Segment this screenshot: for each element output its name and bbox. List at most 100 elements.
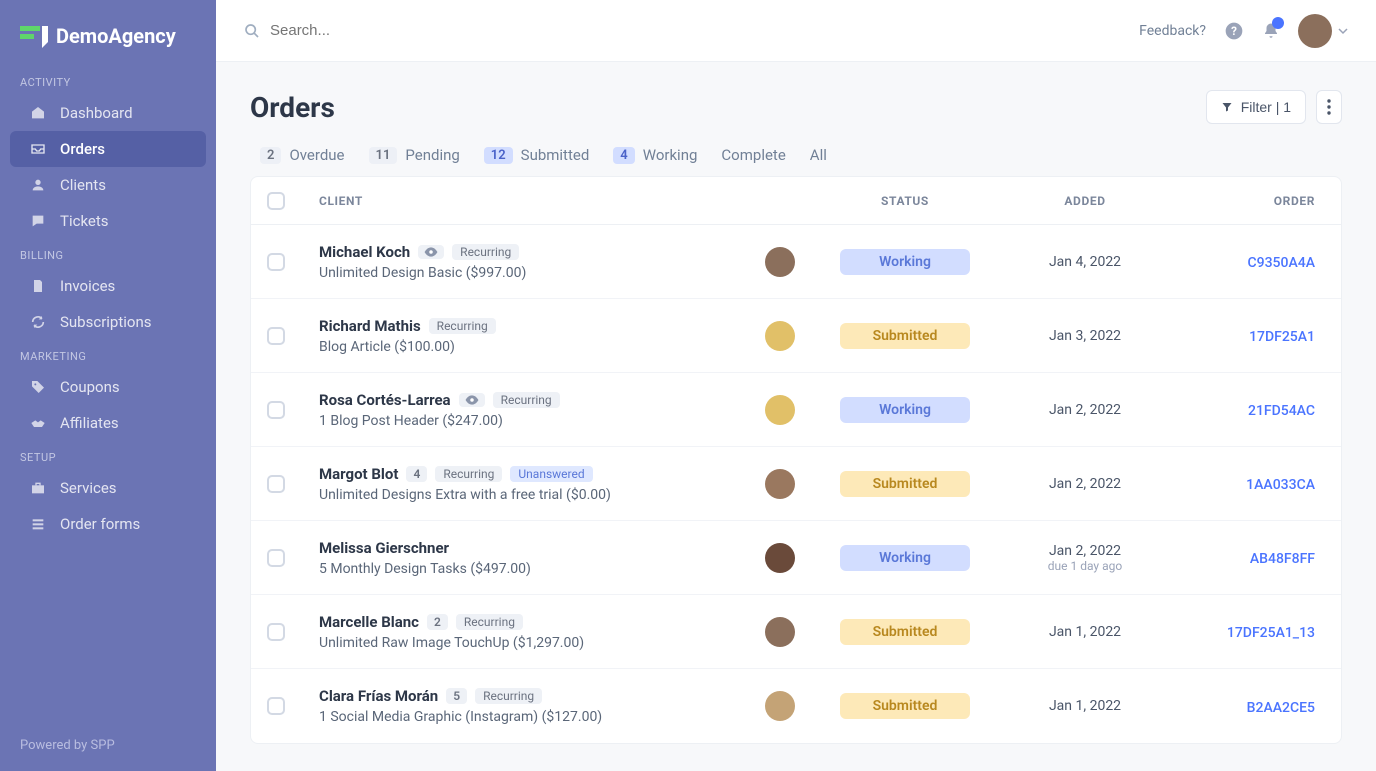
tab-count: 12 (484, 147, 513, 164)
sidebar-item-order-forms[interactable]: Order forms (10, 506, 206, 542)
client-avatar (765, 617, 795, 647)
eye-icon (418, 245, 444, 259)
order-link[interactable]: 1AA033CA (1246, 477, 1315, 493)
sidebar-item-orders[interactable]: Orders (10, 131, 206, 167)
added-date: Jan 2, 2022 (995, 476, 1175, 492)
tab-overdue[interactable]: 2Overdue (260, 142, 345, 168)
tag-badge: Recurring (435, 466, 502, 482)
row-checkbox[interactable] (267, 401, 285, 419)
sidebar-item-clients[interactable]: Clients (10, 167, 206, 203)
brand-logo[interactable]: DemoAgency (0, 0, 216, 66)
sidebar: DemoAgency ACTIVITYDashboardOrdersClient… (0, 0, 216, 771)
order-link[interactable]: B2AA2CE5 (1247, 700, 1315, 716)
tag-badge: Recurring (475, 688, 542, 704)
chevron-down-icon (1338, 26, 1348, 36)
table-row[interactable]: Melissa Gierschner 5 Monthly Design Task… (251, 521, 1341, 595)
tab-pending[interactable]: 11Pending (369, 142, 460, 168)
search-icon (244, 23, 260, 39)
help-icon[interactable]: ? (1224, 21, 1244, 41)
logo-mark-icon (20, 24, 48, 48)
chat-icon (30, 213, 48, 229)
filter-icon (1221, 101, 1233, 113)
tag-icon (30, 379, 48, 395)
sidebar-section-label: ACTIVITY (0, 66, 216, 95)
briefcase-icon (30, 480, 48, 496)
tab-complete[interactable]: Complete (721, 142, 785, 168)
sidebar-section-label: SETUP (0, 441, 216, 470)
notification-dot (1272, 17, 1284, 29)
client-name: Marcelle Blanc (319, 613, 419, 631)
eye-icon (459, 393, 485, 407)
orders-table: CLIENT STATUS ADDED ORDER Michael Koch R… (250, 176, 1342, 744)
order-link[interactable]: C9350A4A (1248, 255, 1316, 271)
table-row[interactable]: Richard Mathis Recurring Blog Article ($… (251, 299, 1341, 373)
sidebar-item-affiliates[interactable]: Affiliates (10, 405, 206, 441)
col-status: STATUS (815, 194, 995, 208)
row-checkbox[interactable] (267, 475, 285, 493)
tag-badge: Unanswered (510, 466, 592, 482)
select-all-checkbox[interactable] (267, 192, 285, 210)
refresh-icon (30, 314, 48, 330)
user-menu[interactable] (1298, 14, 1348, 48)
client-avatar (765, 247, 795, 277)
tab-count: 11 (369, 147, 398, 164)
tag-badge: Recurring (452, 244, 519, 260)
row-checkbox[interactable] (267, 549, 285, 567)
service-description: 5 Monthly Design Tasks ($497.00) (319, 561, 745, 577)
order-link[interactable]: 17DF25A1 (1249, 329, 1315, 345)
sidebar-item-services[interactable]: Services (10, 470, 206, 506)
status-badge: Working (840, 545, 970, 571)
svg-text:?: ? (1231, 24, 1237, 38)
search-input[interactable] (270, 22, 1139, 39)
service-description: 1 Blog Post Header ($247.00) (319, 413, 745, 429)
client-avatar (765, 691, 795, 721)
topbar: Feedback? ? (216, 0, 1376, 62)
row-checkbox[interactable] (267, 253, 285, 271)
bell-icon[interactable] (1262, 21, 1280, 41)
sidebar-item-tickets[interactable]: Tickets (10, 203, 206, 239)
page-title: Orders (250, 91, 335, 124)
status-badge: Submitted (840, 619, 970, 645)
status-badge: Submitted (840, 323, 970, 349)
tab-count: 2 (260, 147, 281, 164)
client-name: Margot Blot (319, 465, 398, 483)
table-row[interactable]: Margot Blot 4 Recurring Unanswered Unlimit… (251, 447, 1341, 521)
home-icon (30, 105, 48, 121)
filter-button[interactable]: Filter | 1 (1206, 90, 1306, 124)
more-vertical-icon (1327, 99, 1331, 115)
status-badge: Working (840, 397, 970, 423)
status-tabs: 2Overdue 11Pending 12Submitted 4Working Comp… (250, 142, 1342, 168)
col-order: ORDER (1175, 194, 1325, 208)
service-description: Unlimited Design Basic ($997.00) (319, 265, 745, 281)
client-avatar (765, 543, 795, 573)
table-row[interactable]: Marcelle Blanc 2Recurring Unlimited Raw … (251, 595, 1341, 669)
status-badge: Working (840, 249, 970, 275)
order-link[interactable]: 17DF25A1_13 (1227, 625, 1315, 641)
sidebar-item-dashboard[interactable]: Dashboard (10, 95, 206, 131)
table-row[interactable]: Michael Koch Recurring Unlimited Design … (251, 225, 1341, 299)
added-date: Jan 1, 2022 (995, 624, 1175, 640)
more-button[interactable] (1316, 90, 1342, 124)
tab-working[interactable]: 4Working (613, 142, 697, 168)
count-badge: 4 (406, 466, 427, 482)
tag-badge: Recurring (493, 392, 560, 408)
sidebar-item-subscriptions[interactable]: Subscriptions (10, 304, 206, 340)
order-link[interactable]: AB48F8FF (1250, 551, 1315, 567)
table-row[interactable]: Clara Frías Morán 5Recurring 1 Social Me… (251, 669, 1341, 743)
added-date: Jan 3, 2022 (995, 328, 1175, 344)
service-description: Unlimited Designs Extra with a free tria… (319, 487, 745, 503)
tab-all[interactable]: All (810, 142, 827, 168)
order-link[interactable]: 21FD54AC (1248, 403, 1315, 419)
row-checkbox[interactable] (267, 327, 285, 345)
feedback-link[interactable]: Feedback? (1139, 23, 1206, 39)
sidebar-section-label: BILLING (0, 239, 216, 268)
count-badge: 2 (427, 614, 448, 630)
row-checkbox[interactable] (267, 623, 285, 641)
tag-badge: Recurring (456, 614, 523, 630)
tab-submitted[interactable]: 12Submitted (484, 142, 590, 168)
sidebar-section-label: MARKETING (0, 340, 216, 369)
row-checkbox[interactable] (267, 697, 285, 715)
sidebar-item-coupons[interactable]: Coupons (10, 369, 206, 405)
sidebar-item-invoices[interactable]: Invoices (10, 268, 206, 304)
table-row[interactable]: Rosa Cortés-Larrea Recurring 1 Blog Post… (251, 373, 1341, 447)
